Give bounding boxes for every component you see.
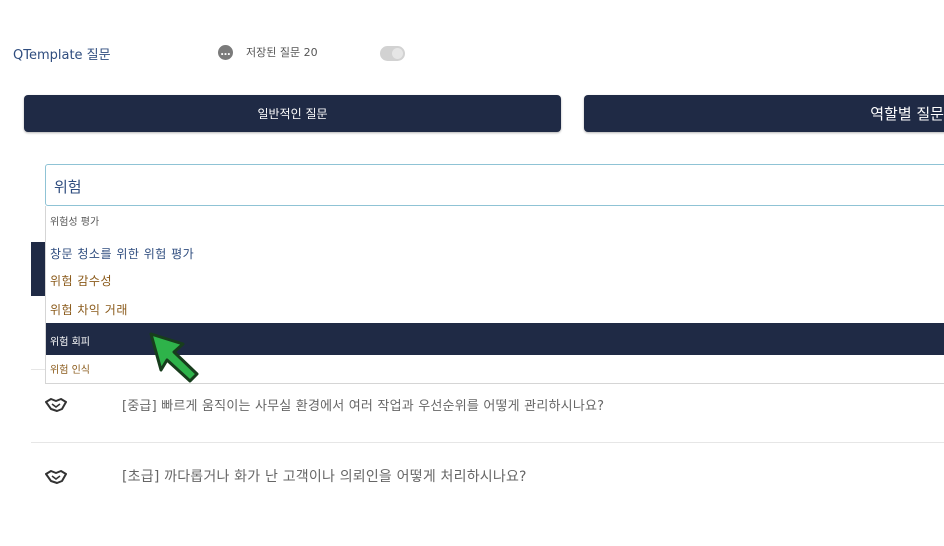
autocomplete-option[interactable]: 위험 감수성 <box>46 265 944 291</box>
saved-questions-indicator[interactable]: … 저장된 질문 20 <box>218 44 318 60</box>
handshake-icon <box>45 469 67 489</box>
search-input[interactable]: 위험 <box>45 164 944 206</box>
autocomplete-option[interactable]: 위험성 평가 <box>46 206 944 232</box>
autocomplete-option[interactable]: 창문 청소를 위한 위험 평가 <box>46 238 944 264</box>
left-accent-bar <box>31 242 45 296</box>
handshake-icon <box>45 397 67 417</box>
row-divider <box>31 442 944 443</box>
search-input-value: 위험 <box>54 178 82 196</box>
app-brand[interactable]: QTemplate 질문 <box>13 44 111 63</box>
mouse-cursor-arrow-icon <box>147 330 207 389</box>
question-text: [중급] 빠르게 움직이는 사무실 환경에서 여러 작업과 우선순위를 어떻게 … <box>122 399 605 414</box>
role-questions-button[interactable]: 역할별 질문 <box>584 95 944 132</box>
autocomplete-option[interactable]: 위험 차익 거래 <box>46 294 944 320</box>
general-questions-button[interactable]: 일반적인 질문 <box>24 95 561 132</box>
question-text: [초급] 까다롭거나 화가 난 고객이나 의뢰인을 어떻게 처리하시나요? <box>122 469 527 485</box>
saved-questions-label: 저장된 질문 20 <box>246 46 318 59</box>
toggle-knob <box>392 48 403 59</box>
chat-bubble-icon: … <box>218 44 233 60</box>
saved-questions-toggle[interactable] <box>380 46 405 61</box>
